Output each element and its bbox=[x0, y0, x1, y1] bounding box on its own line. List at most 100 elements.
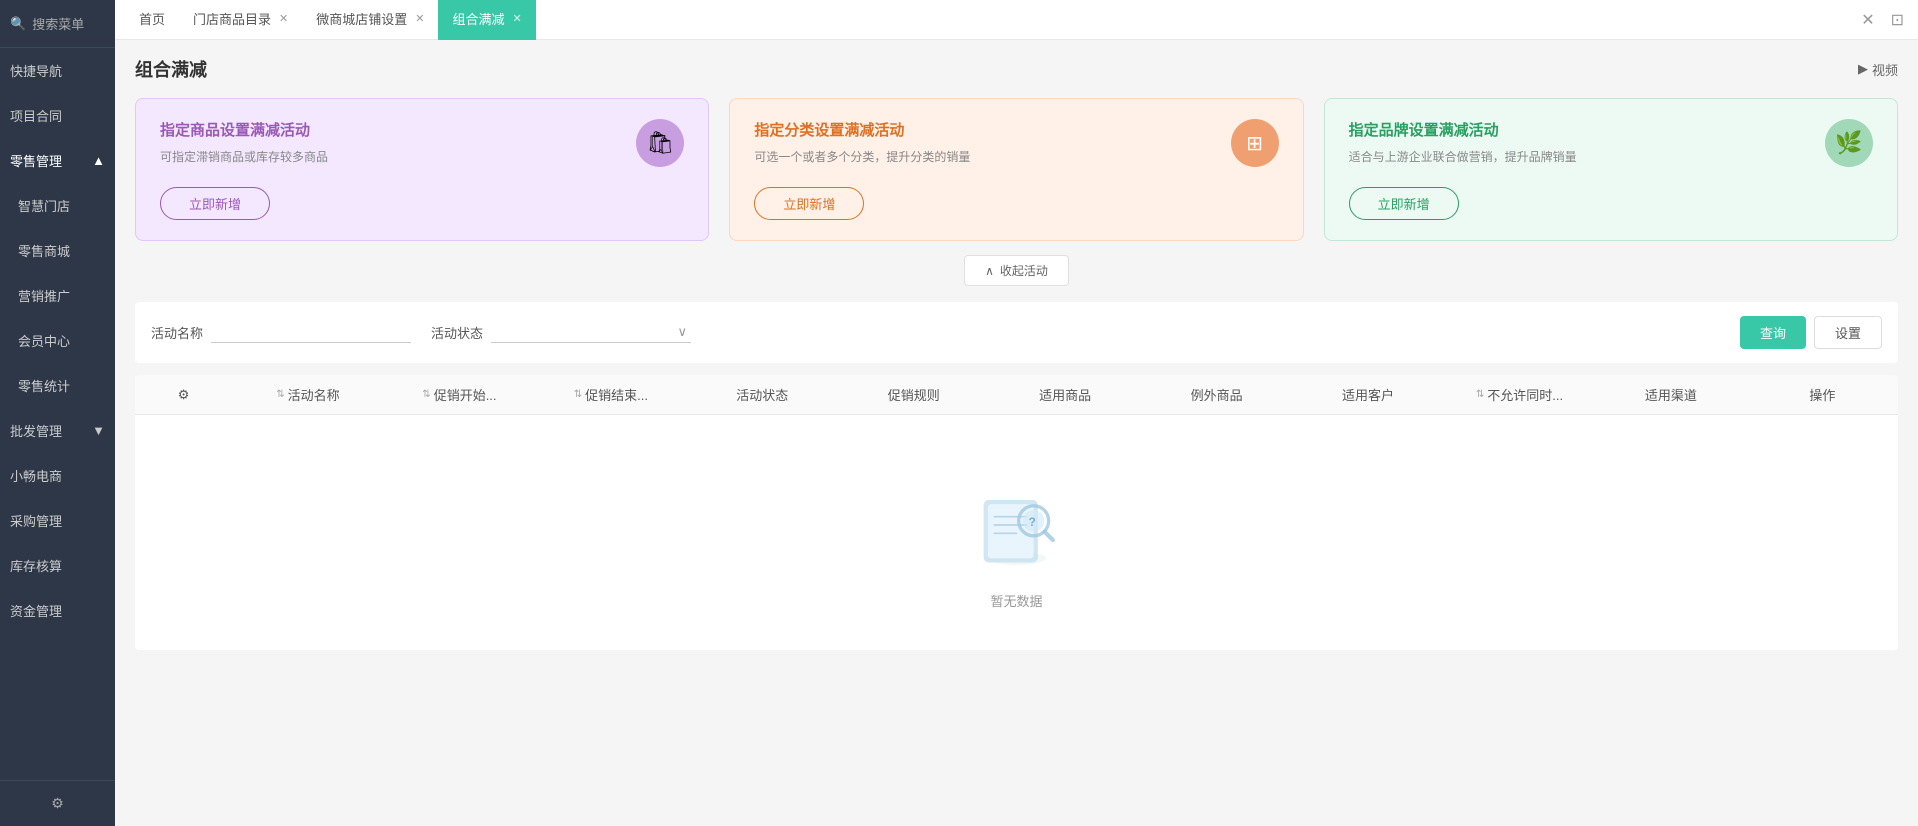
play-icon: ▶ bbox=[1858, 61, 1868, 77]
promo-card-goods: 指定商品设置满减活动 🛍 可指定滞销商品或库存较多商品 立即新增 bbox=[135, 98, 709, 241]
filter-row: 活动名称 活动状态 ∨ 查询 设置 bbox=[135, 302, 1898, 363]
collapse-bar: ∧ 收起活动 bbox=[135, 255, 1898, 286]
window-controls: ✕ ⊡ bbox=[1857, 8, 1908, 32]
th-promo-rule: 促销规则 bbox=[838, 385, 989, 404]
sidebar-item-label: 小畅电商 bbox=[10, 466, 62, 485]
th-label: 活动状态 bbox=[736, 385, 788, 404]
promo-add-category-button[interactable]: 立即新增 bbox=[754, 187, 864, 220]
sidebar-item-fund-mgmt[interactable]: 资金管理 bbox=[0, 588, 115, 633]
sidebar-item-label: 采购管理 bbox=[10, 511, 62, 530]
promo-card-title: 指定分类设置满减活动 bbox=[754, 119, 1278, 140]
sort-icon: ⇅ bbox=[422, 389, 430, 400]
sidebar-item-label: 项目合同 bbox=[10, 106, 62, 125]
empty-text: 暂无数据 bbox=[990, 591, 1042, 610]
sidebar-item-retail-mall[interactable]: 零售商城 bbox=[0, 228, 115, 273]
th-activity-name[interactable]: ⇅ 活动名称 bbox=[232, 385, 383, 404]
promo-card-desc: 适合与上游企业联合做营销，提升品牌销量 bbox=[1349, 148, 1873, 167]
tab-close-icon[interactable]: ✕ bbox=[415, 12, 424, 25]
th-label: 促销规则 bbox=[888, 385, 940, 404]
table-header: ⚙ ⇅ 活动名称 ⇅ 促销开始... ⇅ 促销结束... 活动状态 bbox=[135, 375, 1898, 415]
tab-close-icon[interactable]: ✕ bbox=[513, 12, 522, 25]
sidebar-item-marketing[interactable]: 营销推广 bbox=[0, 273, 115, 318]
tab-bar: 首页 门店商品目录 ✕ 微商城店铺设置 ✕ 组合满减 ✕ ✕ ⊡ bbox=[115, 0, 1918, 40]
tab-label: 门店商品目录 bbox=[193, 9, 271, 28]
filter-activity-status: 活动状态 ∨ bbox=[431, 322, 691, 343]
activity-status-label: 活动状态 bbox=[431, 323, 483, 342]
th-label: 适用客户 bbox=[1342, 385, 1394, 404]
gear-icon: ⚙ bbox=[51, 795, 64, 812]
th-activity-status: 活动状态 bbox=[687, 385, 838, 404]
th-label: 不允许同时... bbox=[1487, 385, 1563, 404]
sort-icon: ⇅ bbox=[574, 389, 582, 400]
th-settings[interactable]: ⚙ bbox=[135, 387, 232, 403]
page-header: 组合满减 ▶ 视频 bbox=[135, 56, 1898, 82]
promo-card-title: 指定商品设置满减活动 bbox=[160, 119, 684, 140]
sidebar-item-project-contract[interactable]: 项目合同 bbox=[0, 93, 115, 138]
tab-label: 微商城店铺设置 bbox=[316, 9, 407, 28]
th-label: 促销开始... bbox=[434, 385, 497, 404]
video-link[interactable]: ▶ 视频 bbox=[1858, 60, 1898, 79]
sidebar-settings[interactable]: ⚙ bbox=[0, 780, 115, 826]
svg-text:?: ? bbox=[1028, 516, 1035, 529]
collapse-button[interactable]: ∧ 收起活动 bbox=[964, 255, 1069, 286]
sidebar-item-purchase-mgmt[interactable]: 采购管理 bbox=[0, 498, 115, 543]
promo-add-goods-button[interactable]: 立即新增 bbox=[160, 187, 270, 220]
th-applicable-channel: 适用渠道 bbox=[1595, 385, 1746, 404]
promo-card-brand: 指定品牌设置满减活动 🌿 适合与上游企业联合做营销，提升品牌销量 立即新增 bbox=[1324, 98, 1898, 241]
sidebar-item-label: 快捷导航 bbox=[10, 61, 62, 80]
empty-state: ? 暂无数据 bbox=[135, 415, 1898, 650]
sidebar-item-member-center[interactable]: 会员中心 bbox=[0, 318, 115, 363]
th-label: 促销结束... bbox=[585, 385, 648, 404]
window-close-button[interactable]: ✕ bbox=[1857, 8, 1878, 32]
activity-status-select[interactable]: ∨ bbox=[491, 322, 691, 343]
tab-close-icon[interactable]: ✕ bbox=[279, 12, 288, 25]
th-promo-start[interactable]: ⇅ 促销开始... bbox=[384, 385, 535, 404]
video-label: 视频 bbox=[1872, 60, 1898, 79]
th-no-concurrent[interactable]: ⇅ 不允许同时... bbox=[1444, 385, 1595, 404]
tab-wechat-settings[interactable]: 微商城店铺设置 ✕ bbox=[302, 0, 438, 40]
bag-icon: 🛍 bbox=[646, 130, 674, 156]
empty-illustration: ? bbox=[967, 475, 1067, 575]
sidebar-item-retail-mgmt[interactable]: 零售管理 ▲ bbox=[0, 138, 115, 183]
sidebar-item-label: 批发管理 bbox=[10, 421, 62, 440]
activity-name-input[interactable] bbox=[211, 323, 411, 343]
data-table: ⚙ ⇅ 活动名称 ⇅ 促销开始... ⇅ 促销结束... 活动状态 bbox=[135, 375, 1898, 650]
promo-card-title: 指定品牌设置满减活动 bbox=[1349, 119, 1873, 140]
sidebar-item-wholesale-mgmt[interactable]: 批发管理 ▼ bbox=[0, 408, 115, 453]
sidebar-item-label: 库存核算 bbox=[10, 556, 62, 575]
arrow-up-icon: ▲ bbox=[92, 153, 105, 168]
sidebar-item-xiaochangec[interactable]: 小畅电商 bbox=[0, 453, 115, 498]
sidebar-item-label: 零售统计 bbox=[18, 376, 70, 395]
sidebar-search[interactable]: 🔍 搜索菜单 bbox=[0, 0, 115, 48]
th-operation: 操作 bbox=[1747, 385, 1898, 404]
sidebar-item-inventory-calc[interactable]: 库存核算 bbox=[0, 543, 115, 588]
sidebar-item-quick-nav[interactable]: 快捷导航 bbox=[0, 48, 115, 93]
th-label: 适用商品 bbox=[1039, 385, 1091, 404]
chevron-up-icon: ∧ bbox=[985, 264, 994, 278]
th-label: 操作 bbox=[1809, 385, 1835, 404]
activity-name-label: 活动名称 bbox=[151, 323, 203, 342]
window-maximize-button[interactable]: ⊡ bbox=[1887, 8, 1908, 32]
sidebar-item-label: 零售管理 bbox=[10, 151, 62, 170]
sidebar-item-label: 会员中心 bbox=[18, 331, 70, 350]
settings-icon: ⚙ bbox=[178, 387, 190, 403]
tab-store-catalog[interactable]: 门店商品目录 ✕ bbox=[179, 0, 302, 40]
promo-cards: 指定商品设置满减活动 🛍 可指定滞销商品或库存较多商品 立即新增 指定分类设置满… bbox=[135, 98, 1898, 241]
page-title: 组合满减 bbox=[135, 56, 207, 82]
collapse-label: 收起活动 bbox=[1000, 262, 1048, 279]
th-applicable-customer: 适用客户 bbox=[1292, 385, 1443, 404]
tab-label: 首页 bbox=[139, 9, 165, 28]
promo-add-brand-button[interactable]: 立即新增 bbox=[1349, 187, 1459, 220]
tab-home[interactable]: 首页 bbox=[125, 0, 179, 40]
query-button[interactable]: 查询 bbox=[1740, 316, 1806, 349]
th-label: 适用渠道 bbox=[1645, 385, 1697, 404]
sidebar-item-smart-store[interactable]: 智慧门店 bbox=[0, 183, 115, 228]
category-icon: ⊞ bbox=[1246, 131, 1263, 156]
setting-button[interactable]: 设置 bbox=[1814, 316, 1882, 349]
th-promo-end[interactable]: ⇅ 促销结束... bbox=[535, 385, 686, 404]
tab-combo-discount[interactable]: 组合满减 ✕ bbox=[438, 0, 535, 40]
sidebar-search-label: 搜索菜单 bbox=[32, 14, 84, 33]
sidebar-item-retail-stats[interactable]: 零售统计 bbox=[0, 363, 115, 408]
sidebar: 🔍 搜索菜单 快捷导航 项目合同 零售管理 ▲ 智慧门店 零售商城 营销推广 会… bbox=[0, 0, 115, 826]
sort-icon: ⇅ bbox=[1476, 389, 1484, 400]
